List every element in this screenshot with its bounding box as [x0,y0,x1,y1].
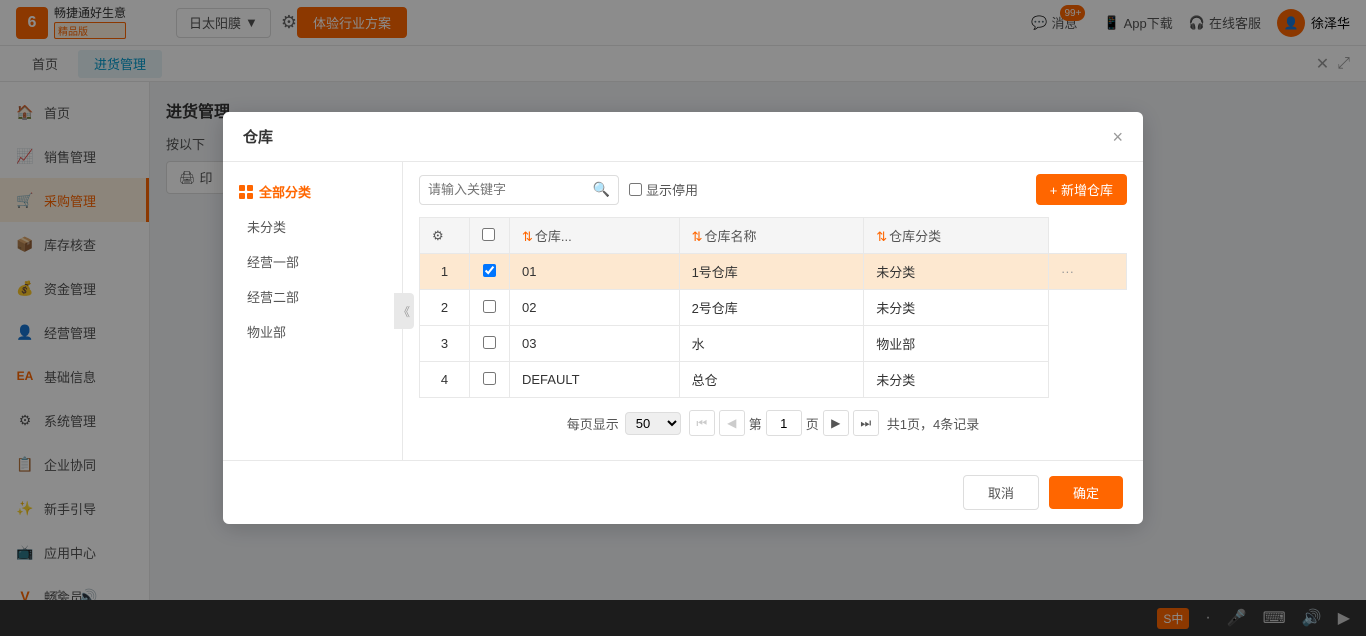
grid-icon [239,185,253,199]
th-checkbox [470,218,510,254]
td-name-2: 水 [679,326,864,362]
table-row[interactable]: 4 DEFAULT 总仓 未分类 [420,362,1127,398]
category-sidebar: 全部分类 未分类 经营一部 经营二部 物业部 《 [223,162,403,460]
page-size-dropdown[interactable]: 50 10 20 100 [625,412,681,435]
table-row[interactable]: 2 02 2号仓库 未分类 [420,290,1127,326]
td-checkbox-2 [470,326,510,362]
cat-item-dept2[interactable]: 经营二部 [223,279,402,314]
pagination: 每页显示 50 10 20 100 ⏮ ◀ 第 页 [419,398,1127,448]
table-body: 1 01 1号仓库 未分类··· 2 02 2号仓库 未分类 3 03 水 物业… [420,254,1127,398]
td-num-2: 3 [420,326,470,362]
th-category: ⇅仓库分类 [864,218,1049,254]
table-container: ⚙ ⇅仓库... ⇅仓库名称 ⇅仓库分类 1 01 1号仓库 未分类··· 2 [419,217,1127,398]
prev-page-btn[interactable]: ◀ [719,410,745,436]
select-all-checkbox[interactable] [482,228,495,241]
modal-overlay: 仓库 × 全部分类 未分类 经营一部 经营二部 物业部 《 [0,0,1366,636]
row-checkbox-2[interactable] [483,336,496,349]
add-warehouse-btn[interactable]: + 新增仓库 [1036,174,1127,205]
row-checkbox-3[interactable] [483,372,496,385]
th-gear: ⚙ [420,218,470,254]
all-categories-label: 全部分类 [259,182,311,201]
td-checkbox-0 [470,254,510,290]
sort-code-icon: ⇅ [522,229,533,244]
table-row[interactable]: 1 01 1号仓库 未分类··· [420,254,1127,290]
td-code-3: DEFAULT [510,362,680,398]
next-page-btn[interactable]: ▶ [823,410,849,436]
total-info: 共1页，4条记录 [887,414,979,433]
cat-item-unclassified[interactable]: 未分类 [223,209,402,244]
td-name-3: 总仓 [679,362,864,398]
show-disabled-checkbox[interactable] [629,183,642,196]
cat-item-property[interactable]: 物业部 [223,314,402,349]
sort-name-icon: ⇅ [692,229,703,244]
td-checkbox-1 [470,290,510,326]
td-category-1: 未分类 [864,290,1049,326]
td-checkbox-3 [470,362,510,398]
td-num-1: 2 [420,290,470,326]
page-label: 第 [749,414,762,433]
all-categories-btn[interactable]: 全部分类 [223,174,402,209]
table-header-row: ⚙ ⇅仓库... ⇅仓库名称 ⇅仓库分类 [420,218,1127,254]
first-page-btn[interactable]: ⏮ [689,410,715,436]
table-area: 🔍 显示停用 + 新增仓库 ⚙ [403,162,1143,460]
modal-close-btn[interactable]: × [1112,128,1123,146]
modal-footer: 取消 确定 [223,460,1143,524]
table-row[interactable]: 3 03 水 物业部 [420,326,1127,362]
th-name: ⇅仓库名称 [679,218,864,254]
td-num-0: 1 [420,254,470,290]
page-size-label: 每页显示 [567,414,619,433]
warehouse-modal: 仓库 × 全部分类 未分类 经营一部 经营二部 物业部 《 [223,112,1143,524]
modal-body: 全部分类 未分类 经营一部 经营二部 物业部 《 🔍 [223,162,1143,460]
sort-cat-icon: ⇅ [876,229,887,244]
td-name-0: 1号仓库 [679,254,864,290]
warehouse-table: ⚙ ⇅仓库... ⇅仓库名称 ⇅仓库分类 1 01 1号仓库 未分类··· 2 [419,217,1127,398]
td-name-1: 2号仓库 [679,290,864,326]
td-category-2: 物业部 [864,326,1049,362]
page-nav: ⏮ ◀ 第 页 ▶ ⏭ [689,410,879,436]
search-input-wrap: 🔍 [419,175,619,205]
cat-item-dept1[interactable]: 经营一部 [223,244,402,279]
page-number-input[interactable] [766,410,802,436]
show-disabled-label[interactable]: 显示停用 [629,180,698,199]
table-toolbar: 🔍 显示停用 + 新增仓库 [419,174,1127,205]
confirm-btn[interactable]: 确定 [1049,476,1123,509]
th-code: ⇅仓库... [510,218,680,254]
modal-header: 仓库 × [223,112,1143,162]
td-category-3: 未分类 [864,362,1049,398]
show-disabled-text: 显示停用 [646,180,698,199]
page-size-select: 每页显示 50 10 20 100 [567,412,681,435]
cancel-btn[interactable]: 取消 [963,475,1039,510]
search-icon[interactable]: 🔍 [593,181,610,198]
modal-title: 仓库 [243,126,273,147]
td-category-0: 未分类 [864,254,1049,290]
cat-collapse-btn[interactable]: 《 [394,293,414,329]
td-code-2: 03 [510,326,680,362]
row-checkbox-0[interactable] [483,264,496,277]
page-suffix: 页 [806,414,819,433]
search-input[interactable] [428,182,587,197]
td-num-3: 4 [420,362,470,398]
row-checkbox-1[interactable] [483,300,496,313]
last-page-btn[interactable]: ⏭ [853,410,879,436]
td-code-0: 01 [510,254,680,290]
td-actions[interactable]: ··· [1048,254,1126,290]
td-code-1: 02 [510,290,680,326]
